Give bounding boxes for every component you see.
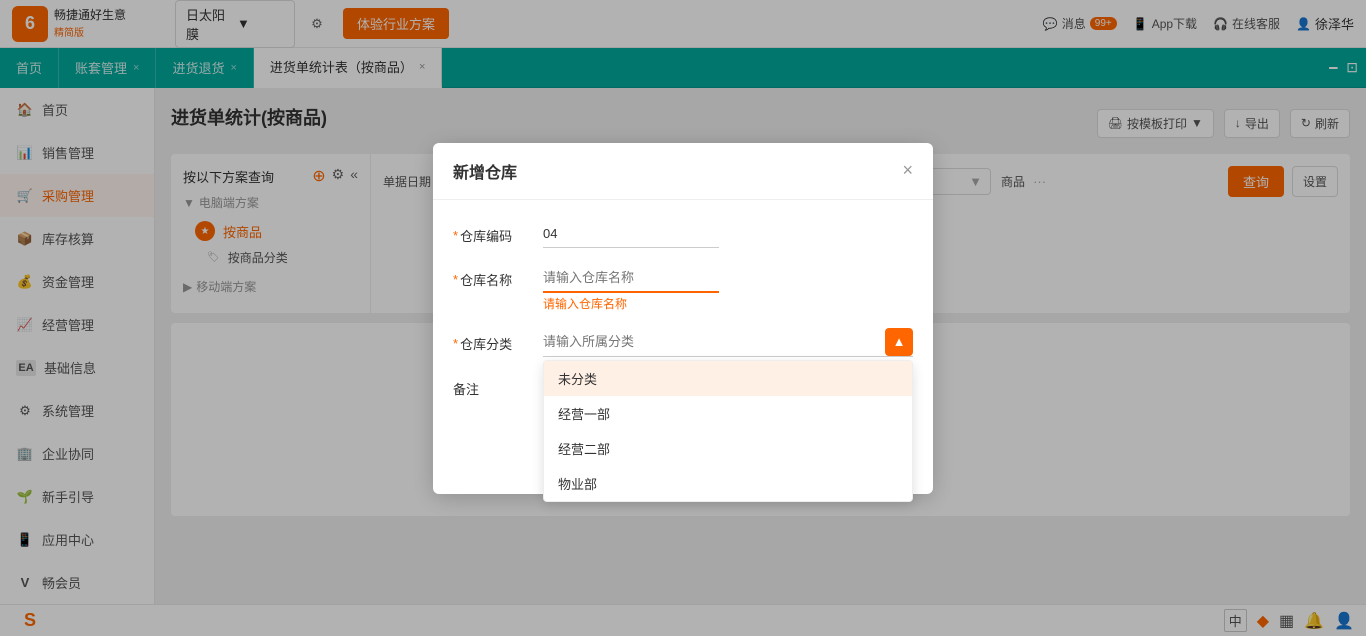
category-label: * 仓库分类: [453, 328, 533, 353]
name-required-mark: *: [453, 272, 458, 287]
dropdown-item-dept2[interactable]: 经营二部: [544, 431, 912, 466]
category-wrap: ▲ 未分类 经营一部 经营二部 物业部: [543, 328, 913, 357]
modal-header: 新增仓库 ×: [433, 143, 933, 200]
add-warehouse-modal: 新增仓库 × * 仓库编码 * 仓库名称: [433, 143, 933, 494]
name-field-row: * 仓库名称 请输入仓库名称: [453, 264, 913, 312]
name-error-msg: 请输入仓库名称: [543, 295, 913, 312]
modal-close-button[interactable]: ×: [902, 160, 913, 181]
modal-body: * 仓库编码 * 仓库名称 请输入仓库名称: [433, 200, 933, 437]
chevron-up-icon: ▲: [893, 334, 906, 349]
code-label: * 仓库编码: [453, 220, 533, 245]
modal-title: 新增仓库: [453, 159, 517, 183]
code-label-text: 仓库编码: [460, 226, 512, 245]
dropdown-item-property[interactable]: 物业部: [544, 466, 912, 501]
note-label: 备注: [453, 373, 533, 398]
category-label-text: 仓库分类: [460, 334, 512, 353]
modal-overlay: 新增仓库 × * 仓库编码 * 仓库名称: [0, 0, 1366, 636]
code-field-row: * 仓库编码: [453, 220, 913, 248]
code-input[interactable]: [543, 220, 719, 248]
category-input-row: ▲: [543, 328, 913, 357]
note-label-text: 备注: [453, 379, 479, 398]
category-input[interactable]: [543, 328, 885, 355]
code-required-mark: *: [453, 228, 458, 243]
dropdown-item-unclassified[interactable]: 未分类: [544, 361, 912, 396]
name-label: * 仓库名称: [453, 264, 533, 289]
name-label-text: 仓库名称: [460, 270, 512, 289]
category-required-mark: *: [453, 336, 458, 351]
category-field-row: * 仓库分类 ▲ 未分类 经营一部 经营二部 物业部: [453, 328, 913, 357]
name-input[interactable]: [543, 264, 719, 293]
code-field-wrap: [543, 220, 913, 248]
name-field-wrap: 请输入仓库名称: [543, 264, 913, 312]
category-dropdown: 未分类 经营一部 经营二部 物业部: [543, 360, 913, 502]
category-toggle-button[interactable]: ▲: [885, 328, 913, 356]
dropdown-item-dept1[interactable]: 经营一部: [544, 396, 912, 431]
